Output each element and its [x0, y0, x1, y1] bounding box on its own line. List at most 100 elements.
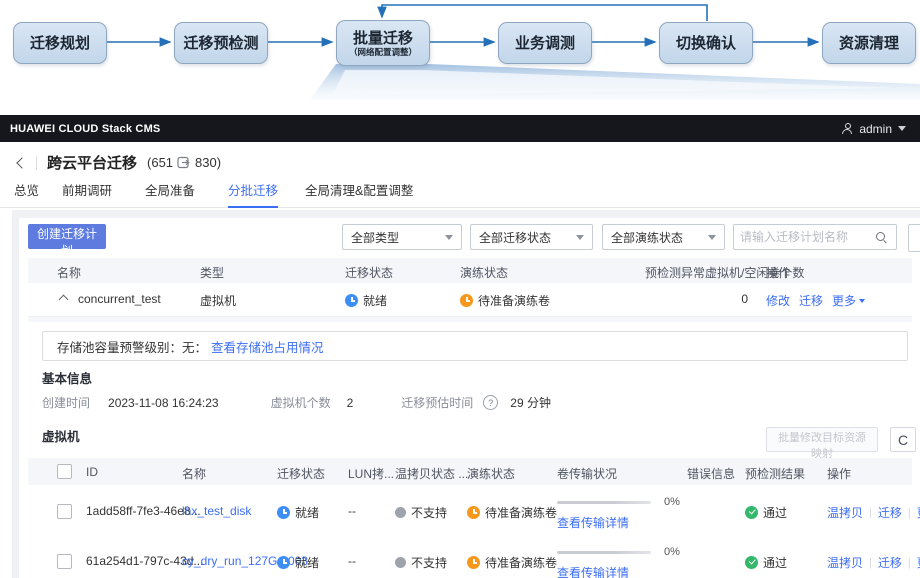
progress-percent: 0%	[664, 546, 680, 558]
flow-step-precheck: 迁移预检测	[174, 22, 268, 64]
gray-dot-icon	[395, 557, 406, 568]
app-header: HUAWEI CLOUD Stack CMS admin	[0, 115, 920, 142]
flow-step-batch-migration: 批量迁移 （网络配置调整）	[336, 20, 430, 66]
migrate-link[interactable]: 迁移	[799, 292, 823, 309]
migration-status-filter-value: 全部迁移状态	[479, 230, 552, 245]
warm-copy-link[interactable]: 温拷贝	[827, 504, 863, 521]
estimated-time-value: 29 分钟	[510, 396, 551, 410]
col-actions: 操作	[827, 467, 852, 481]
plan-drill-status: 待准备演练卷	[460, 292, 550, 309]
transfer-arrow-icon	[177, 156, 190, 169]
plan-search-input[interactable]	[734, 230, 875, 244]
back-icon[interactable]	[16, 156, 28, 169]
flow-step-service-test: 业务调测	[498, 22, 592, 64]
select-all-checkbox[interactable]	[57, 464, 72, 479]
col-migration-status: 迁移状态	[277, 467, 326, 481]
flow-step-label: 迁移预检测	[183, 34, 259, 52]
help-icon[interactable]: ?	[483, 395, 499, 410]
vm-transfer-progress: 0%	[557, 546, 680, 558]
vm-precheck-result: 通过	[745, 554, 787, 571]
flow-step-label: 资源清理	[838, 34, 899, 52]
check-circle-green-icon	[745, 556, 758, 569]
migration-flowchart: 迁移规划 迁移预检测 批量迁移 （网络配置调整） 业务调测 切换确认 资源清理	[0, 0, 920, 108]
col-name: 名称	[182, 467, 207, 481]
flow-step-label: 切换确认	[675, 34, 736, 52]
estimated-time-label: 迁移预估时间	[401, 396, 474, 410]
col-drill-status: 演练状态	[467, 467, 516, 481]
vm-table-row: 1add58ff-7fe3-46e8... lhx_test_disk 就绪 -…	[28, 486, 920, 537]
vm-actions: 温拷贝 | 迁移 | 更多	[827, 554, 920, 571]
type-filter-value: 全部类型	[351, 230, 400, 245]
content-left-divider	[12, 210, 19, 578]
create-plan-button[interactable]: 创建迁移计划	[28, 224, 106, 258]
drill-status-filter-select[interactable]: 全部演练状态	[602, 224, 725, 250]
vm-migration-status: 就绪	[277, 554, 319, 571]
vm-migration-status: 就绪	[277, 504, 319, 521]
flow-step-label: 业务调测	[514, 34, 575, 52]
clock-orange-icon	[467, 556, 480, 569]
search-icon[interactable]	[875, 231, 888, 244]
refresh-button[interactable]: C	[890, 427, 916, 452]
col-lun-copy: LUN拷...	[348, 467, 395, 481]
title-divider	[36, 155, 37, 170]
clock-blue-icon	[277, 506, 290, 519]
clock-orange-icon	[467, 506, 480, 519]
counter-left: (651	[147, 155, 174, 170]
transfer-detail-link[interactable]: 查看传输详情	[557, 564, 629, 578]
created-time-label: 创建时间	[42, 396, 91, 410]
more-link[interactable]: 更多	[832, 292, 866, 309]
tab-bar: 总览 前期调研 全局准备 分批迁移 全局清理&配置调整	[0, 180, 920, 208]
tab-global-preparation[interactable]: 全局准备	[145, 180, 195, 206]
vm-warm-copy-status: 不支持	[395, 504, 447, 521]
batch-modify-mapping-button[interactable]: 批量修改目标资源映射	[766, 427, 878, 460]
storage-alert-link[interactable]: 查看存储池占用情况	[211, 337, 324, 356]
col-warm-copy-status: 温拷贝状态 ...	[395, 467, 469, 481]
transfer-detail-link[interactable]: 查看传输详情	[557, 514, 629, 531]
flow-step-plan: 迁移规划	[13, 22, 107, 64]
tab-global-cleanup[interactable]: 全局清理&配置调整	[305, 180, 413, 206]
col-error-info: 错误信息	[687, 467, 736, 481]
migrate-link[interactable]: 迁移	[878, 554, 902, 571]
col-migration-status: 迁移状态	[345, 266, 394, 280]
storage-alert-label: 存储池容量预警级别：无：	[57, 340, 208, 355]
migrate-link[interactable]: 迁移	[878, 504, 902, 521]
vm-lun-copy: --	[348, 504, 356, 518]
col-id: ID	[86, 465, 98, 479]
warm-copy-link[interactable]: 温拷贝	[827, 554, 863, 571]
row-checkbox[interactable]	[57, 504, 72, 519]
plan-search-box	[733, 224, 897, 250]
chevron-down-icon	[898, 126, 906, 131]
clock-orange-icon	[460, 294, 473, 307]
person-icon	[841, 122, 853, 135]
tab-batch-migration[interactable]: 分批迁移	[228, 180, 279, 208]
gray-dot-icon	[395, 507, 406, 518]
clock-blue-icon	[277, 556, 290, 569]
plan-name: concurrent_test	[78, 292, 161, 306]
vm-count-label: 虚拟机个数	[270, 396, 331, 410]
truncated-toolbar-control[interactable]	[908, 224, 920, 252]
col-type: 类型	[200, 266, 225, 280]
action-separator: |	[869, 506, 872, 519]
col-volume-transfer: 卷传输状况	[557, 467, 618, 481]
modify-link[interactable]: 修改	[766, 292, 790, 309]
row-checkbox[interactable]	[57, 554, 72, 569]
vm-name-link[interactable]: lhx_test_disk	[182, 504, 251, 518]
check-circle-green-icon	[745, 506, 758, 519]
vm-table-row: 61a254d1-797c-43d... cy_dry_run_127G-000…	[28, 536, 920, 578]
plan-type: 虚拟机	[200, 294, 237, 308]
basic-info-row: 创建时间 2023-11-08 16:24:23 虚拟机个数 2 迁移预估时间 …	[42, 394, 551, 411]
type-filter-select[interactable]: 全部类型	[342, 224, 462, 250]
collapse-row-button[interactable]	[58, 294, 69, 305]
vm-warm-copy-status: 不支持	[395, 554, 447, 571]
user-menu[interactable]: admin	[841, 115, 906, 142]
tab-overview[interactable]: 总览	[14, 180, 39, 206]
tab-preliminary-research[interactable]: 前期调研	[62, 180, 112, 206]
migration-status-filter-select[interactable]: 全部迁移状态	[470, 224, 593, 250]
screen: 迁移规划 迁移预检测 批量迁移 （网络配置调整） 业务调测 切换确认 资源清理 …	[0, 0, 920, 578]
vm-section-title: 虚拟机	[42, 430, 80, 444]
drill-status-filter-value: 全部演练状态	[611, 230, 684, 245]
plan-abnormal-count: 0	[741, 292, 748, 306]
storage-alert: 存储池容量预警级别：无： 查看存储池占用情况	[42, 331, 908, 361]
vm-precheck-result: 通过	[745, 504, 787, 521]
counter-right: 830)	[195, 155, 222, 170]
